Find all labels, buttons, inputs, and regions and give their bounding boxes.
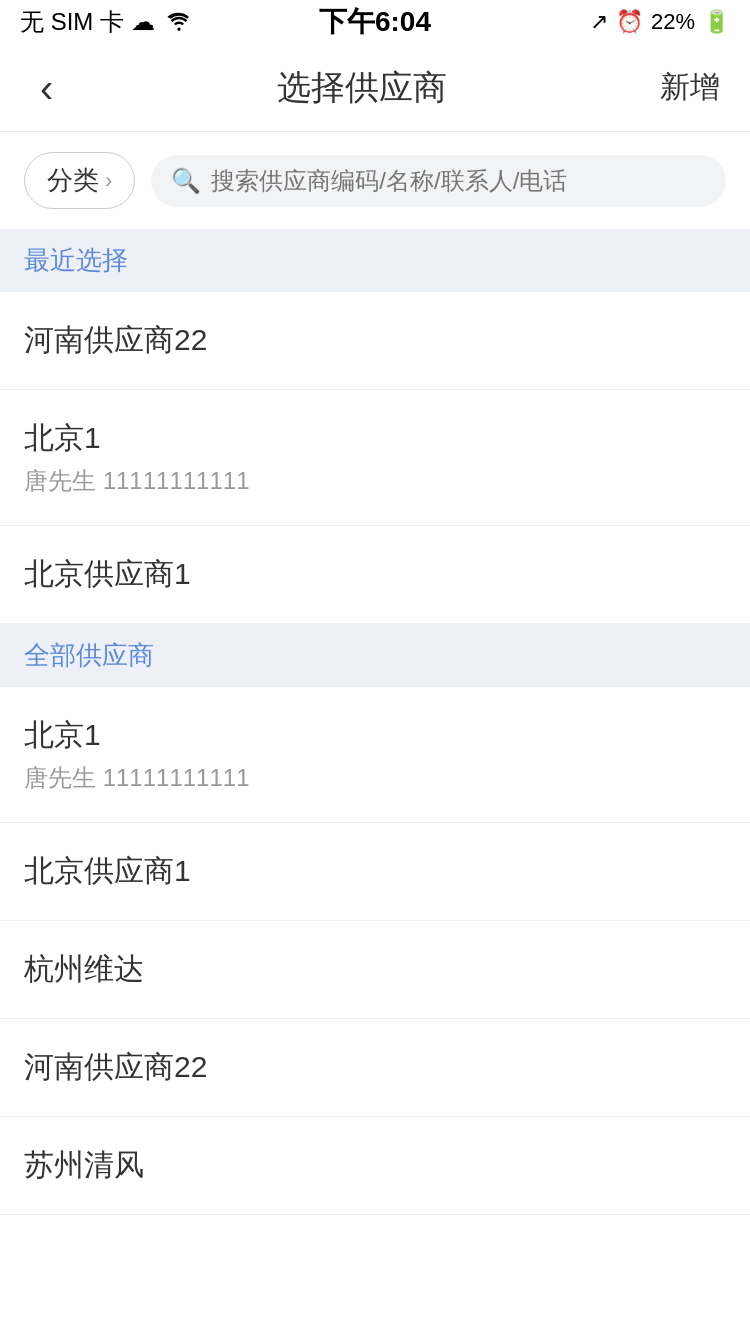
list-item[interactable]: 北京1 唐先生 11111111111: [0, 390, 750, 526]
location-icon: ↗: [590, 9, 608, 35]
all-section-label: 全部供应商: [24, 640, 154, 670]
item-name: 北京1: [24, 418, 726, 459]
search-wrapper: 🔍: [151, 155, 726, 207]
alarm-icon: ⏰: [616, 9, 643, 35]
category-button[interactable]: 分类 ›: [24, 152, 135, 209]
list-item[interactable]: 河南供应商22: [0, 1019, 750, 1117]
category-label: 分类: [47, 163, 99, 198]
status-right: ↗ ⏰ 22% 🔋: [590, 9, 730, 35]
search-input[interactable]: [211, 167, 706, 195]
wifi-icon: [165, 12, 193, 32]
item-name: 河南供应商22: [24, 1047, 726, 1088]
nav-bar: ‹ 选择供应商 新增: [0, 44, 750, 132]
item-name: 北京1: [24, 715, 726, 756]
status-left: 无 SIM 卡 ☁: [20, 6, 193, 38]
add-button[interactable]: 新增: [660, 67, 720, 108]
list-item[interactable]: 苏州清风: [0, 1117, 750, 1215]
back-button[interactable]: ‹: [30, 58, 63, 118]
chevron-right-icon: ›: [105, 168, 112, 194]
page-title: 选择供应商: [277, 65, 447, 111]
item-sub: 唐先生 11111111111: [24, 762, 726, 794]
status-time: 下午6:04: [319, 3, 431, 41]
recent-list: 河南供应商22 北京1 唐先生 11111111111 北京供应商1: [0, 292, 750, 624]
item-name: 北京供应商1: [24, 851, 726, 892]
list-item[interactable]: 北京供应商1: [0, 526, 750, 624]
battery-text: 22%: [651, 9, 695, 35]
status-bar: 无 SIM 卡 ☁ 下午6:04 ↗ ⏰ 22% 🔋: [0, 0, 750, 44]
filter-bar: 分类 › 🔍: [0, 132, 750, 229]
list-item[interactable]: 河南供应商22: [0, 292, 750, 390]
item-sub: 唐先生 11111111111: [24, 465, 726, 497]
all-list: 北京1 唐先生 11111111111 北京供应商1 杭州维达河南供应商22 苏州清风: [0, 687, 750, 1215]
recent-section-header: 最近选择: [0, 229, 750, 292]
item-name: 北京供应商1: [24, 554, 726, 595]
no-sim-text: 无 SIM 卡 ☁: [20, 6, 155, 38]
battery-icon: 🔋: [703, 9, 730, 35]
recent-section-label: 最近选择: [24, 245, 128, 275]
list-item[interactable]: 北京供应商1: [0, 823, 750, 921]
item-name: 苏州清风: [24, 1145, 726, 1186]
search-icon: 🔍: [171, 167, 201, 195]
item-name: 河南供应商22: [24, 320, 726, 361]
list-item[interactable]: 杭州维达: [0, 921, 750, 1019]
all-section-header: 全部供应商: [0, 624, 750, 687]
item-name: 杭州维达: [24, 949, 726, 990]
list-item[interactable]: 北京1 唐先生 11111111111: [0, 687, 750, 823]
